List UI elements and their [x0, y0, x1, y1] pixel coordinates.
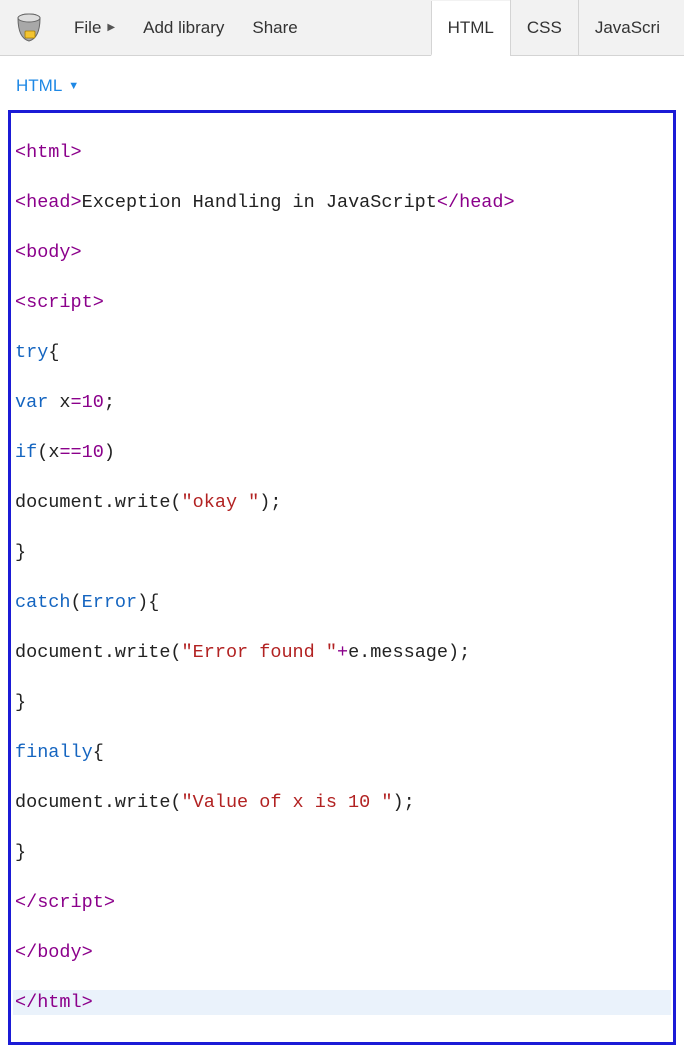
- code-editor[interactable]: <html> <head>Exception Handling in JavaS…: [8, 110, 676, 1045]
- code-line: <head>Exception Handling in JavaScript</…: [13, 190, 671, 215]
- panel-subheader: HTML ▼: [0, 56, 684, 106]
- tab-css[interactable]: CSS: [510, 0, 578, 55]
- panel-type-dropdown[interactable]: HTML ▼: [16, 76, 79, 96]
- code-line: var x=10;: [13, 390, 671, 415]
- code-line: }: [13, 540, 671, 565]
- file-menu[interactable]: File ▶: [60, 12, 129, 44]
- panel-tabs: HTML CSS JavaScri: [431, 0, 676, 55]
- share-label: Share: [252, 18, 297, 38]
- tab-javascript-label: JavaScri: [595, 18, 660, 38]
- add-library-label: Add library: [143, 18, 224, 38]
- code-line: <html>: [13, 140, 671, 165]
- code-line: </html>: [13, 990, 671, 1015]
- code-line: catch(Error){: [13, 590, 671, 615]
- code-line: finally{: [13, 740, 671, 765]
- code-line: }: [13, 840, 671, 865]
- code-line: </body>: [13, 940, 671, 965]
- code-line: <script>: [13, 290, 671, 315]
- add-library-button[interactable]: Add library: [129, 12, 238, 44]
- code-line: document.write("Error found "+e.message)…: [13, 640, 671, 665]
- dropdown-icon: ▼: [68, 80, 79, 92]
- code-line: <body>: [13, 240, 671, 265]
- code-line: if(x==10): [13, 440, 671, 465]
- code-line: try{: [13, 340, 671, 365]
- dropdown-icon: ▶: [107, 22, 115, 33]
- tab-html[interactable]: HTML: [431, 1, 510, 56]
- code-line: </script>: [13, 890, 671, 915]
- app-logo-icon: [14, 13, 44, 43]
- code-line: document.write("okay ");: [13, 490, 671, 515]
- code-line: }: [13, 690, 671, 715]
- tab-javascript[interactable]: JavaScri: [578, 0, 676, 55]
- tab-html-label: HTML: [448, 18, 494, 38]
- share-button[interactable]: Share: [238, 12, 311, 44]
- panel-type-label: HTML: [16, 76, 62, 96]
- main-toolbar: File ▶ Add library Share HTML CSS JavaSc…: [0, 0, 684, 56]
- tab-css-label: CSS: [527, 18, 562, 38]
- code-line: document.write("Value of x is 10 ");: [13, 790, 671, 815]
- file-menu-label: File: [74, 18, 101, 38]
